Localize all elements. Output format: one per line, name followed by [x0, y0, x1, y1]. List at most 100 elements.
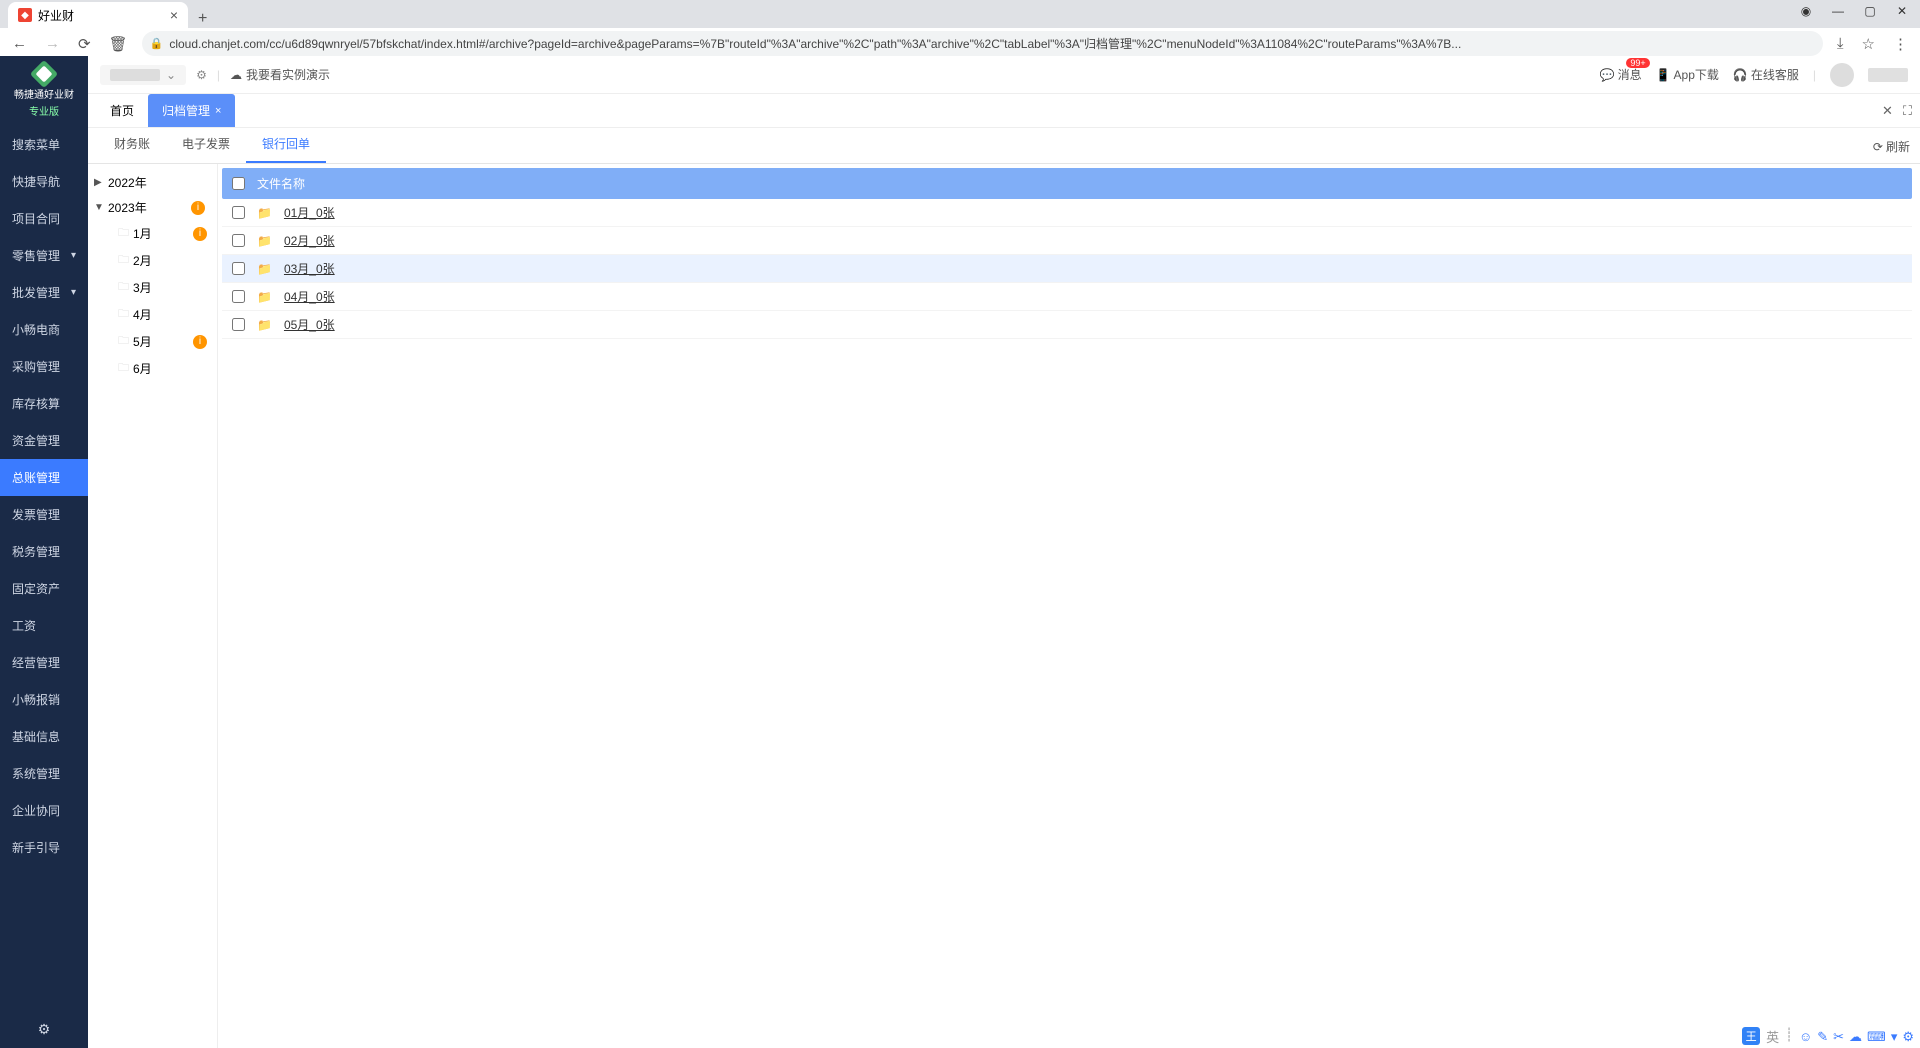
sidebar-item-14[interactable]: 经营管理 — [0, 644, 88, 681]
table-row[interactable]: 📁03月_0张 — [222, 255, 1912, 283]
sidebar-item-17[interactable]: 系统管理 — [0, 755, 88, 792]
tree-year-2023[interactable]: ▼ 2023年 i — [92, 195, 213, 220]
org-name-blur — [110, 69, 160, 81]
folder-icon: 🗀 — [118, 224, 129, 243]
sidebar-item-16[interactable]: 基础信息 — [0, 718, 88, 755]
gear-icon[interactable]: ⚙ — [196, 68, 207, 82]
tree-month-0[interactable]: 🗀1月i — [92, 220, 213, 247]
tray-scissors-icon[interactable]: ✂ — [1833, 1029, 1844, 1045]
sidebar-item-11[interactable]: 税务管理 — [0, 533, 88, 570]
sidebar-item-15[interactable]: 小畅报销 — [0, 681, 88, 718]
row-checkbox[interactable] — [232, 290, 245, 303]
ime-mode[interactable]: 英 — [1766, 1027, 1779, 1046]
close-window-icon[interactable]: ✕ — [1892, 4, 1912, 18]
delete-icon[interactable]: 🗑 — [105, 35, 132, 53]
sidebar-item-10[interactable]: 发票管理 — [0, 496, 88, 533]
reload-icon[interactable]: ⟳ — [74, 35, 95, 53]
file-name-link[interactable]: 04月_0张 — [284, 288, 335, 305]
sidebar-item-7[interactable]: 库存核算 — [0, 385, 88, 422]
tray-keyboard-icon[interactable]: ⌨ — [1867, 1029, 1886, 1045]
close-icon[interactable]: × — [215, 105, 221, 117]
address-bar[interactable]: 🔒 cloud.chanjet.com/cc/u6d89qwnryel/57bf… — [142, 31, 1823, 56]
install-icon[interactable]: ⤓ — [1833, 35, 1848, 52]
table-row[interactable]: 📁04月_0张 — [222, 283, 1912, 311]
tray-down-icon[interactable]: ▾ — [1891, 1029, 1898, 1045]
back-icon[interactable]: ← — [8, 35, 31, 52]
file-name-link[interactable]: 02月_0张 — [284, 232, 335, 249]
table-row[interactable]: 📁05月_0张 — [222, 311, 1912, 339]
sidebar-item-3[interactable]: 零售管理▾ — [0, 237, 88, 274]
sidebar-item-4[interactable]: 批发管理▾ — [0, 274, 88, 311]
sidebar-item-label: 搜索菜单 — [12, 136, 60, 153]
page-tab-1[interactable]: 归档管理× — [148, 94, 235, 127]
browser-chrome: ◆ 好业财 × + ◉ — ▢ ✕ ← → ⟳ 🗑 🔒 cloud.chanje… — [0, 0, 1920, 56]
file-list: 文件名称 📁01月_0张📁02月_0张📁03月_0张📁04月_0张📁05月_0张 — [218, 164, 1920, 1048]
tree-year-2022[interactable]: ▶ 2022年 — [92, 170, 213, 195]
refresh-button[interactable]: ⟳ 刷新 — [1873, 138, 1910, 163]
browser-tab[interactable]: ◆ 好业财 × — [8, 2, 188, 28]
select-all-checkbox[interactable] — [232, 177, 245, 190]
close-tab-icon[interactable]: × — [170, 7, 178, 23]
file-name-link[interactable]: 01月_0张 — [284, 204, 335, 221]
app-download-button[interactable]: 📱 App下载 — [1656, 66, 1719, 83]
maximize-icon[interactable]: ▢ — [1860, 4, 1880, 18]
lock-icon: 🔒 — [150, 37, 164, 50]
tree-month-2[interactable]: 🗀3月 — [92, 274, 213, 301]
sub-tab-1[interactable]: 电子发票 — [166, 126, 246, 163]
tree-month-4[interactable]: 🗀5月i — [92, 328, 213, 355]
sub-tab-0[interactable]: 财务账 — [98, 126, 166, 163]
sidebar-item-12[interactable]: 固定资产 — [0, 570, 88, 607]
tray-edit-icon[interactable]: ✎ — [1817, 1029, 1828, 1045]
arrow-right-icon: ▶ — [94, 177, 104, 188]
tray-cloud-icon[interactable]: ☁ — [1849, 1029, 1862, 1045]
sidebar-item-6[interactable]: 采购管理 — [0, 348, 88, 385]
minimize-icon[interactable]: — — [1828, 4, 1848, 18]
sub-tabs: 财务账电子发票银行回单 ⟳ 刷新 — [88, 128, 1920, 164]
new-tab-button[interactable]: + — [188, 10, 217, 28]
sidebar-item-8[interactable]: 资金管理 — [0, 422, 88, 459]
settings-icon[interactable]: ⚙ — [0, 1011, 88, 1048]
page-tab-0[interactable]: 首页 — [96, 94, 148, 127]
sidebar-item-2[interactable]: 项目合同 — [0, 200, 88, 237]
tray-smile-icon[interactable]: ☺ — [1799, 1029, 1812, 1044]
sidebar-item-1[interactable]: 快捷导航 — [0, 163, 88, 200]
ime-indicator[interactable]: 王 — [1742, 1027, 1760, 1045]
row-checkbox[interactable] — [232, 318, 245, 331]
demo-link[interactable]: ☁ 我要看实例演示 — [230, 66, 330, 83]
folder-icon: 🗀 — [118, 251, 129, 270]
avatar[interactable] — [1830, 63, 1854, 87]
sidebar-item-0[interactable]: 搜索菜单 — [0, 126, 88, 163]
menu-icon[interactable]: ⋮ — [1889, 35, 1912, 53]
logo: 畅捷通好业财 专业版 — [0, 56, 88, 126]
sidebar-item-19[interactable]: 新手引导 — [0, 829, 88, 866]
row-checkbox[interactable] — [232, 206, 245, 219]
info-badge-icon: i — [193, 335, 207, 349]
sidebar-item-18[interactable]: 企业协同 — [0, 792, 88, 829]
messages-button[interactable]: 💬 消息 99+ — [1600, 66, 1642, 83]
file-name-link[interactable]: 03月_0张 — [284, 260, 335, 277]
tree-month-3[interactable]: 🗀4月 — [92, 301, 213, 328]
sidebar-item-13[interactable]: 工资 — [0, 607, 88, 644]
table-row[interactable]: 📁01月_0张 — [222, 199, 1912, 227]
table-header: 文件名称 — [222, 168, 1912, 199]
chevron-down-icon: ⌄ — [166, 68, 176, 82]
sidebar-item-5[interactable]: 小畅电商 — [0, 311, 88, 348]
table-row[interactable]: 📁02月_0张 — [222, 227, 1912, 255]
year-tree: ▶ 2022年 ▼ 2023年 i 🗀1月i🗀2月🗀3月🗀4月🗀5月i🗀6月 — [88, 164, 218, 1048]
sidebar-item-label: 总账管理 — [12, 469, 60, 486]
star-icon[interactable]: ☆ — [1858, 35, 1879, 53]
close-all-tabs-icon[interactable]: ✕ — [1882, 103, 1893, 119]
org-selector[interactable]: ⌄ — [100, 65, 186, 85]
file-name-link[interactable]: 05月_0张 — [284, 316, 335, 333]
tree-month-5[interactable]: 🗀6月 — [92, 355, 213, 382]
chrome-account-icon[interactable]: ◉ — [1796, 4, 1816, 18]
tree-month-1[interactable]: 🗀2月 — [92, 247, 213, 274]
month-label: 1月 — [133, 225, 152, 242]
tray-gear-icon[interactable]: ⚙ — [1902, 1029, 1914, 1045]
row-checkbox[interactable] — [232, 262, 245, 275]
fullscreen-icon[interactable]: ⛶ — [1903, 103, 1912, 119]
sub-tab-2[interactable]: 银行回单 — [246, 126, 326, 163]
support-button[interactable]: 🎧 在线客服 — [1733, 66, 1799, 83]
row-checkbox[interactable] — [232, 234, 245, 247]
sidebar-item-9[interactable]: 总账管理 — [0, 459, 88, 496]
